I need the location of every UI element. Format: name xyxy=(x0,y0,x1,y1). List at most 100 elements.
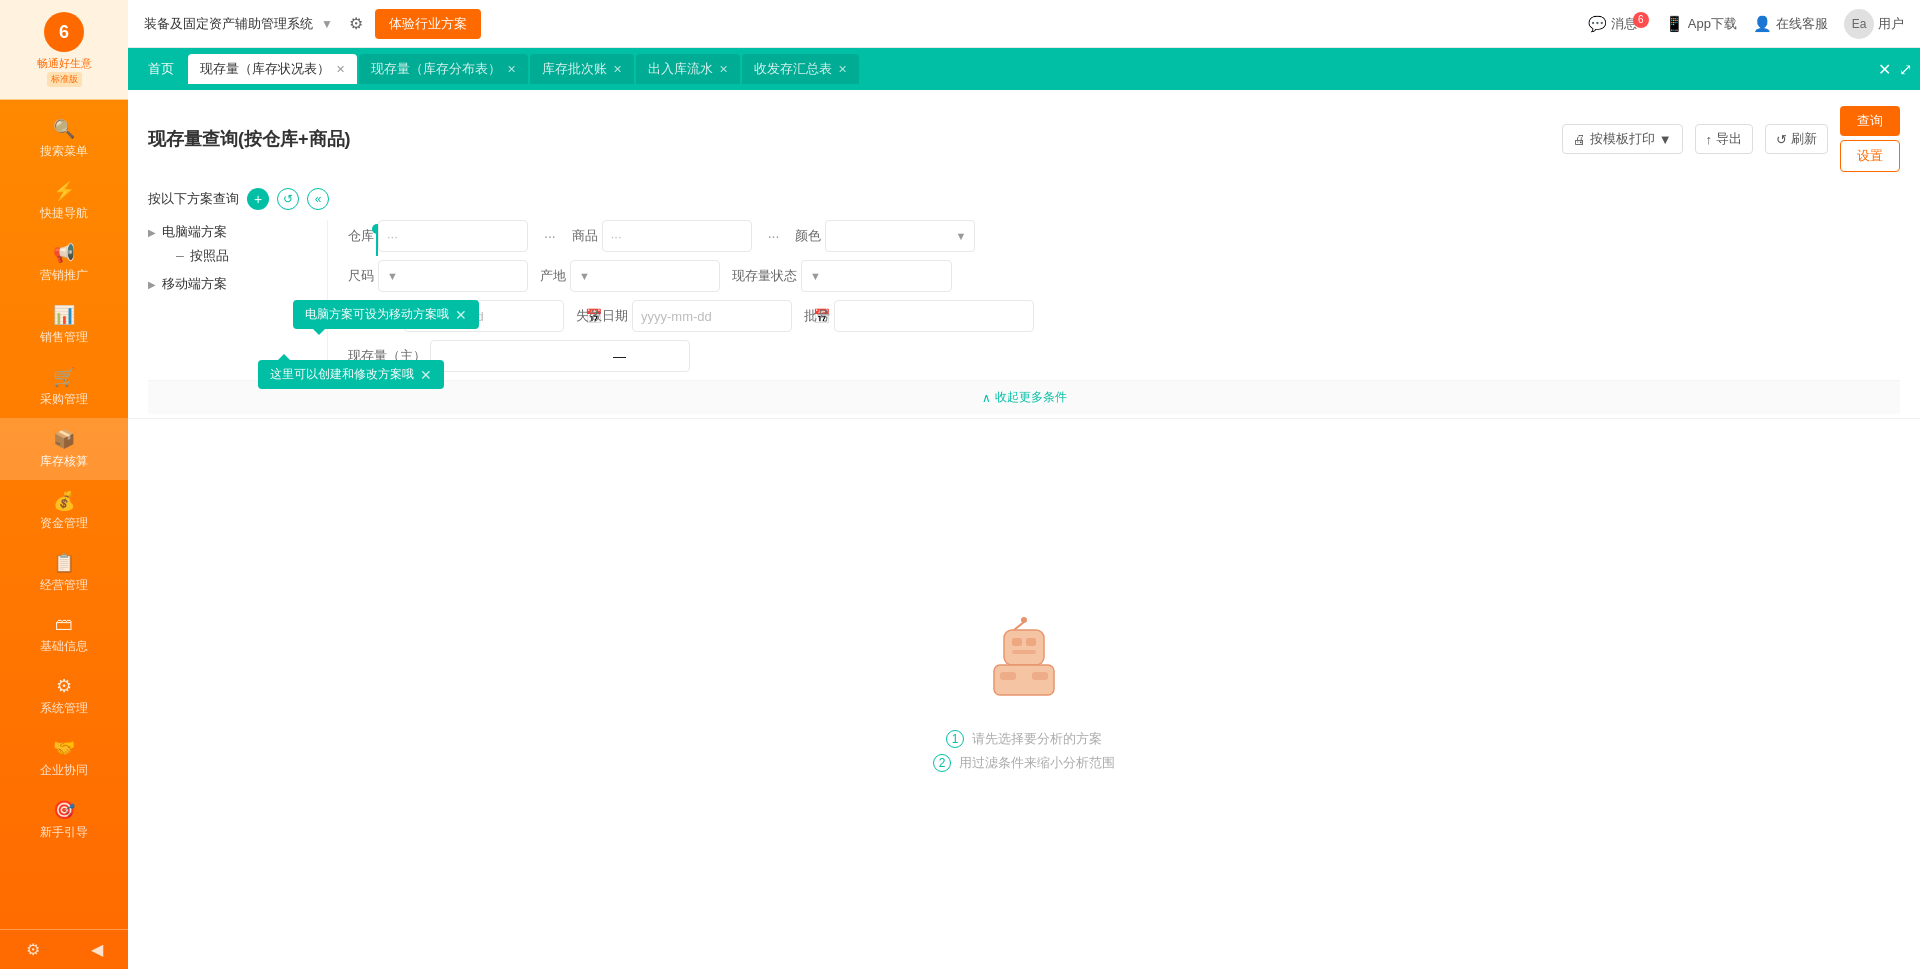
color-field[interactable]: ▼ xyxy=(825,220,975,252)
tab-close-icon[interactable]: ✕ xyxy=(719,63,728,76)
logo-text: 畅通好生意 xyxy=(37,56,92,70)
svg-rect-6 xyxy=(1032,672,1048,680)
sidebar-item-basic[interactable]: 🗃 基础信息 xyxy=(0,604,128,665)
goods-field[interactable]: ··· xyxy=(602,220,752,252)
scheme-mobile-group[interactable]: ▶ 移动端方案 xyxy=(148,272,315,296)
tooltip-close-btn2[interactable]: ✕ xyxy=(420,367,432,383)
svg-rect-1 xyxy=(1012,638,1022,646)
export-btn[interactable]: ↑ 导出 xyxy=(1695,124,1754,154)
tab-home-label: 首页 xyxy=(148,60,174,78)
sidebar-item-sales[interactable]: 📊 销售管理 xyxy=(0,294,128,356)
goods-dots: ··· xyxy=(611,229,622,244)
tab-inventory-status[interactable]: 现存量（库存状况表） ✕ xyxy=(188,54,357,84)
tab-batch[interactable]: 库存批次账 ✕ xyxy=(530,54,634,84)
batch-field[interactable] xyxy=(834,300,1034,332)
avatar: Ea xyxy=(1844,9,1874,39)
scheme-sub-items: ─ 按照品 xyxy=(168,244,315,268)
page-actions: 🖨 按模板打印 ▼ ↑ 导出 ↺ 刷新 查询 设置 xyxy=(1562,106,1900,172)
scheme-sub-item[interactable]: ─ 按照品 xyxy=(168,244,315,268)
sidebar-item-label: 企业协同 xyxy=(40,762,88,779)
app-download-icon: 📱 xyxy=(1665,15,1684,33)
sidebar-item-search[interactable]: 🔍 搜索菜单 xyxy=(0,108,128,170)
collapse-label: 收起更多条件 xyxy=(995,389,1067,406)
app-download-btn[interactable]: 📱 App下载 xyxy=(1665,15,1737,33)
filter-back-btn[interactable]: « xyxy=(307,188,329,210)
tooltip-text: 电脑方案可设为移动方案哦 xyxy=(305,306,449,323)
sub-arrow: ─ xyxy=(176,250,184,262)
setting-btn[interactable]: 设置 xyxy=(1840,140,1900,172)
filter-add-btn[interactable]: + xyxy=(247,188,269,210)
tab-home[interactable]: 首页 xyxy=(136,54,186,84)
marketing-icon: 📢 xyxy=(53,242,75,264)
warehouse-field[interactable]: ··· xyxy=(378,220,528,252)
dropdown-icon: ▼ xyxy=(1659,132,1672,147)
tab-close-icon[interactable]: ✕ xyxy=(336,63,345,76)
refresh-icon: ↺ xyxy=(1776,132,1787,147)
sidebar-item-operation[interactable]: 📋 经营管理 xyxy=(0,542,128,604)
warehouse-dots: ··· xyxy=(387,229,398,244)
filter-field-wrapper: 失效日期 📅 xyxy=(576,300,792,332)
empty-state: 1 请先选择要分析的方案 2 用过滤条件来缩小分析范围 xyxy=(128,419,1920,969)
filter-row-3: 生产日期 📅 失效日期 📅 xyxy=(348,300,1900,332)
app-download-label: App下载 xyxy=(1688,15,1737,33)
sidebar-item-system[interactable]: ⚙ 系统管理 xyxy=(0,665,128,727)
field-label-size: 尺码 xyxy=(348,267,374,285)
tab-close-icon[interactable]: ✕ xyxy=(507,63,516,76)
sidebar-item-purchase[interactable]: 🛒 采购管理 xyxy=(0,356,128,418)
tab-close-icon[interactable]: ✕ xyxy=(838,63,847,76)
topbar-settings-icon[interactable]: ⚙ xyxy=(349,14,363,33)
sidebar-item-label: 系统管理 xyxy=(40,700,88,717)
sidebar-item-guide[interactable]: 🎯 新手引导 xyxy=(0,789,128,851)
sidebar: 6 畅通好生意 标准版 🔍 搜索菜单 ⚡ 快捷导航 📢 营销推广 📊 销售管理 … xyxy=(0,0,128,969)
size-field[interactable]: ▼ xyxy=(378,260,528,292)
user-profile-btn[interactable]: Ea 用户 xyxy=(1844,9,1904,39)
sidebar-item-quick[interactable]: ⚡ 快捷导航 xyxy=(0,170,128,232)
sidebar-item-finance[interactable]: 💰 资金管理 xyxy=(0,480,128,542)
tab-label: 库存批次账 xyxy=(542,60,607,78)
filter-refresh-btn[interactable]: ↺ xyxy=(277,188,299,210)
tabbar: 首页 现存量（库存状况表） ✕ 现存量（库存分布表） ✕ 库存批次账 ✕ 出入库… xyxy=(128,48,1920,90)
online-support-btn[interactable]: 👤 在线客服 xyxy=(1753,15,1828,33)
tooltip-close-btn[interactable]: ✕ xyxy=(455,307,467,323)
sidebar-item-inventory[interactable]: 📦 库存核算 xyxy=(0,418,128,480)
field-label-warehouse: 仓库 xyxy=(348,227,374,245)
origin-field[interactable]: ▼ xyxy=(570,260,720,292)
stock-range-max-input[interactable] xyxy=(632,349,800,364)
arrow-icon: ▶ xyxy=(148,279,156,290)
stock-range-min-input[interactable] xyxy=(439,349,607,364)
stock-range-field[interactable]: — xyxy=(430,340,690,372)
collapse-icon: ∧ xyxy=(982,391,991,405)
stock-status-field[interactable]: ▼ xyxy=(801,260,952,292)
page-header: 现存量查询(按仓库+商品) 🖨 按模板打印 ▼ ↑ 导出 ↺ 刷新 查询 设置 xyxy=(128,90,1920,180)
scheme-desktop-group[interactable]: ▶ 电脑端方案 xyxy=(148,220,315,244)
system-dropdown[interactable]: ▼ xyxy=(321,17,333,31)
refresh-btn[interactable]: ↺ 刷新 xyxy=(1765,124,1828,154)
scheme-sub-label: 按照品 xyxy=(190,247,229,265)
sidebar-collapse-btn[interactable]: ◀ xyxy=(91,940,103,959)
sidebar-item-label: 基础信息 xyxy=(40,638,88,655)
field-label-color: 颜色 xyxy=(795,227,821,245)
arrow-icon: ▶ xyxy=(148,227,156,238)
template-print-btn[interactable]: 🖨 按模板打印 ▼ xyxy=(1562,124,1683,154)
sidebar-item-enterprise[interactable]: 🤝 企业协同 xyxy=(0,727,128,789)
field-label-origin: 产地 xyxy=(540,267,566,285)
sidebar-settings-btn[interactable]: ⚙ xyxy=(26,940,40,959)
notification-btn[interactable]: 💬 消息 6 xyxy=(1588,15,1649,33)
tab-summary[interactable]: 收发存汇总表 ✕ xyxy=(742,54,859,84)
exp-date-input[interactable] xyxy=(641,309,809,324)
sidebar-item-marketing[interactable]: 📢 营销推广 xyxy=(0,232,128,294)
purchase-icon: 🛒 xyxy=(53,366,75,388)
tabbar-expand-icon[interactable]: ⤢ xyxy=(1899,60,1912,79)
tab-inout[interactable]: 出入库流水 ✕ xyxy=(636,54,740,84)
query-btn[interactable]: 查询 xyxy=(1840,106,1900,136)
tab-close-icon[interactable]: ✕ xyxy=(613,63,622,76)
exp-date-field[interactable]: 📅 xyxy=(632,300,792,332)
scheme-mobile-label: 移动端方案 xyxy=(162,275,227,293)
quick-icon: ⚡ xyxy=(53,180,75,202)
sidebar-item-label: 销售管理 xyxy=(40,329,88,346)
print-icon: 🖨 xyxy=(1573,132,1586,147)
field-label-stock-status: 现存量状态 xyxy=(732,267,797,285)
tab-inventory-dist[interactable]: 现存量（库存分布表） ✕ xyxy=(359,54,528,84)
tabbar-close-all-icon[interactable]: ✕ xyxy=(1878,60,1891,79)
experience-btn[interactable]: 体验行业方案 xyxy=(375,9,481,39)
